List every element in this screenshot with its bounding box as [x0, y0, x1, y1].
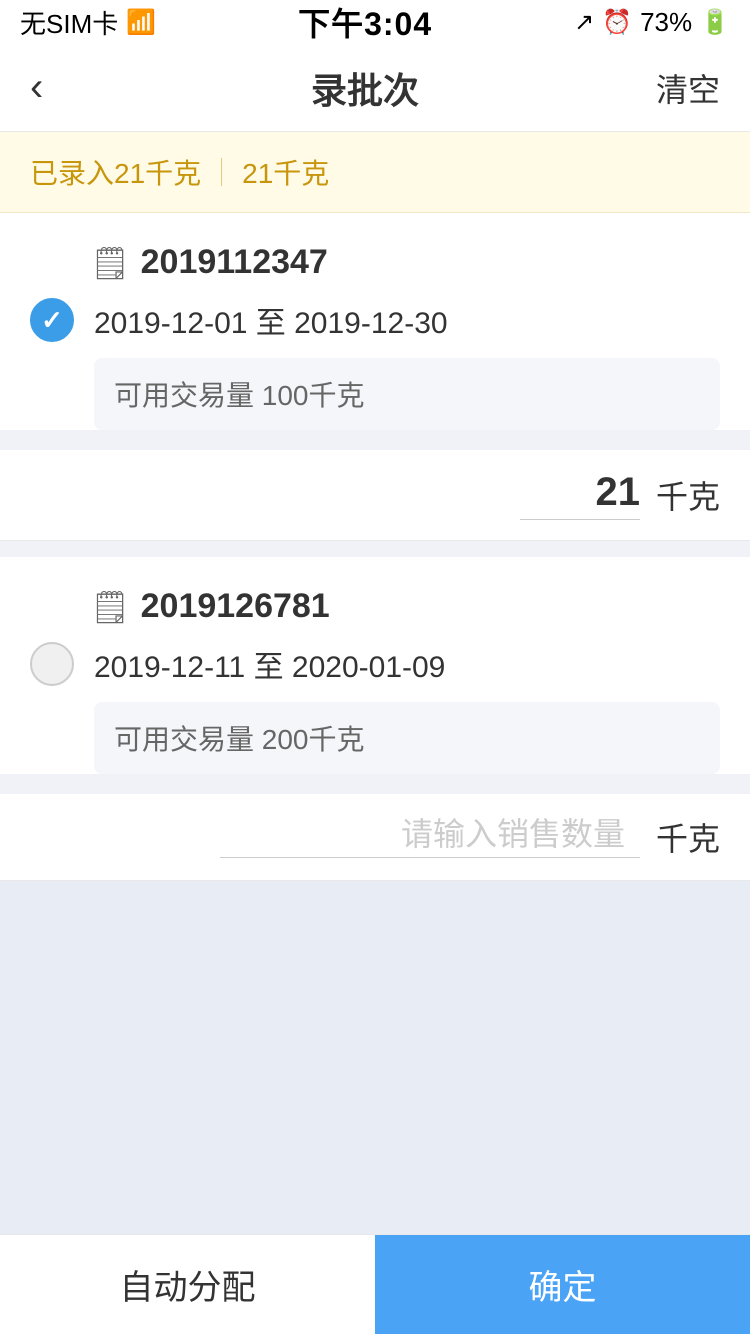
section-gap: [0, 541, 750, 557]
input-row-2: 千克: [0, 794, 750, 881]
batch-radio-1[interactable]: [30, 298, 74, 342]
batch-id-2: 2019126781: [141, 587, 330, 626]
batch-header-1: 🗒 2019112347: [90, 243, 720, 282]
batch-available-2: 可用交易量 200千克: [94, 702, 720, 774]
confirm-button[interactable]: 确定: [375, 1235, 750, 1334]
battery-icon: 🔋: [700, 8, 730, 37]
qty-value-1: 21: [520, 470, 640, 520]
auto-distribute-button[interactable]: 自动分配: [0, 1235, 375, 1334]
batch-icon-1: 🗒: [90, 244, 131, 282]
batch-header-2: 🗒 2019126781: [90, 587, 720, 626]
no-sim-label: 无SIM卡: [20, 4, 118, 41]
batch-row-1: 2019-12-01 至 2019-12-30: [30, 298, 720, 342]
banner-divider: [221, 158, 222, 186]
batch-radio-2[interactable]: [30, 642, 74, 686]
batch-card-1: 🗒 2019112347 2019-12-01 至 2019-12-30 可用交…: [0, 213, 750, 430]
batch-date-2: 2019-12-11 至 2020-01-09: [94, 642, 445, 686]
wifi-icon: 📶: [126, 8, 156, 37]
recorded-label: 已录入21千克: [30, 152, 201, 192]
battery-percentage: 73%: [640, 7, 692, 38]
alarm-icon: ⏰: [602, 8, 632, 37]
page-title: 录批次: [311, 62, 419, 114]
qty-unit-1: 千克: [656, 472, 720, 518]
status-time: 下午3:04: [298, 0, 432, 45]
input-unit-2: 千克: [656, 814, 720, 860]
info-banner: 已录入21千克 21千克: [0, 132, 750, 213]
status-right: ↗ ⏰ 73% 🔋: [574, 7, 730, 38]
qty-row-1: 21 千克: [0, 450, 750, 541]
batch-available-1: 可用交易量 100千克: [94, 358, 720, 430]
status-network: 无SIM卡 📶: [20, 4, 156, 41]
back-button[interactable]: ‹: [30, 65, 90, 110]
bottom-bar: 自动分配 确定: [0, 1234, 750, 1334]
qty-input-2[interactable]: [220, 816, 640, 858]
status-bar: 无SIM卡 📶 下午3:04 ↗ ⏰ 73% 🔋: [0, 0, 750, 44]
location-icon: ↗: [574, 8, 594, 37]
clear-button[interactable]: 清空: [640, 65, 720, 111]
nav-bar: ‹ 录批次 清空: [0, 44, 750, 132]
batch-card-2: 🗒 2019126781 2019-12-11 至 2020-01-09 可用交…: [0, 557, 750, 774]
bottom-area: [0, 881, 750, 1241]
recorded-value: 21千克: [242, 152, 329, 192]
batch-date-1: 2019-12-01 至 2019-12-30: [94, 298, 448, 342]
batch-row-2: 2019-12-11 至 2020-01-09: [30, 642, 720, 686]
batch-icon-2: 🗒: [90, 588, 131, 626]
batch-id-1: 2019112347: [141, 243, 328, 282]
